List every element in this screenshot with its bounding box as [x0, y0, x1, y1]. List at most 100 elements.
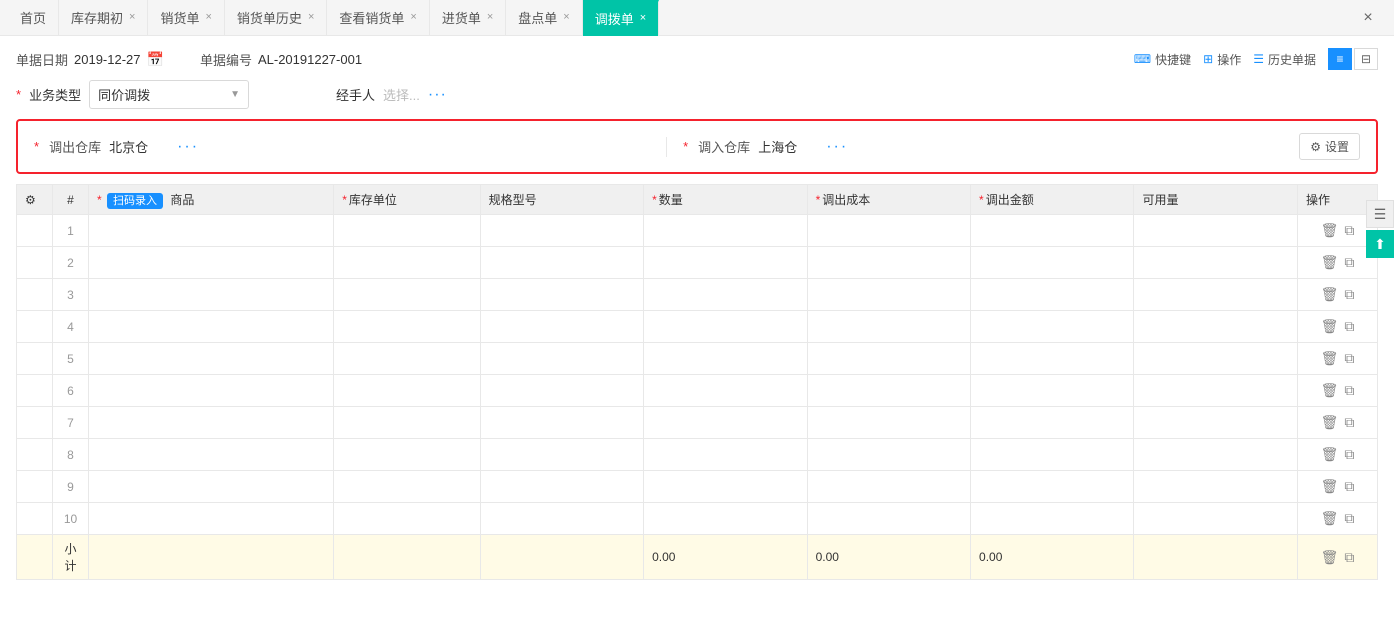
td-qty[interactable] — [644, 407, 807, 439]
td-amount[interactable] — [971, 279, 1134, 311]
copy-row-button[interactable]: ⧉ — [1344, 510, 1354, 527]
operation-button[interactable]: ⊞ 操作 — [1203, 51, 1241, 68]
td-cost[interactable] — [807, 471, 970, 503]
td-qty[interactable] — [644, 471, 807, 503]
td-qty[interactable] — [644, 247, 807, 279]
td-amount[interactable] — [971, 215, 1134, 247]
close-inventory-check[interactable]: × — [563, 12, 569, 23]
td-available[interactable] — [1134, 535, 1298, 580]
person-select[interactable]: 选择... — [383, 85, 420, 104]
copy-row-button[interactable]: ⧉ — [1344, 478, 1354, 495]
td-available[interactable] — [1134, 407, 1298, 439]
td-available[interactable] — [1134, 311, 1298, 343]
td-cost[interactable] — [807, 311, 970, 343]
td-product[interactable] — [89, 503, 334, 535]
copy-row-button[interactable]: ⧉ — [1344, 318, 1354, 335]
td-spec[interactable] — [480, 343, 643, 375]
in-warehouse-more-icon[interactable]: ··· — [826, 138, 848, 156]
td-product[interactable] — [89, 247, 334, 279]
td-spec[interactable] — [480, 311, 643, 343]
td-qty[interactable] — [644, 375, 807, 407]
td-cost[interactable]: 0.00 — [807, 535, 970, 580]
td-available[interactable] — [1134, 343, 1298, 375]
tab-transfer-order[interactable]: 调拨单 × — [583, 0, 659, 36]
td-cost[interactable] — [807, 407, 970, 439]
copy-row-button[interactable]: ⧉ — [1344, 254, 1354, 271]
td-available[interactable] — [1134, 503, 1298, 535]
td-cost[interactable] — [807, 503, 970, 535]
td-qty[interactable] — [644, 279, 807, 311]
td-product[interactable] — [89, 311, 334, 343]
td-cost[interactable] — [807, 343, 970, 375]
side-export-button[interactable]: ⬆ — [1366, 230, 1394, 258]
td-unit[interactable] — [334, 279, 480, 311]
table-gear-icon[interactable]: ⚙ — [25, 193, 36, 207]
td-unit[interactable] — [334, 375, 480, 407]
close-sales-history[interactable]: × — [308, 12, 314, 23]
close-sales-order[interactable]: × — [205, 12, 211, 23]
delete-row-button[interactable]: 🗑 — [1321, 350, 1339, 367]
td-spec[interactable] — [480, 535, 643, 580]
td-amount[interactable] — [971, 503, 1134, 535]
tab-home[interactable]: 首页 — [8, 0, 59, 36]
tab-view-sales[interactable]: 查看销货单 × — [327, 0, 429, 36]
delete-row-button[interactable]: 🗑 — [1321, 414, 1339, 431]
td-qty[interactable] — [644, 311, 807, 343]
td-unit[interactable] — [334, 247, 480, 279]
td-product[interactable] — [89, 215, 334, 247]
delete-row-button[interactable]: 🗑 — [1321, 549, 1339, 566]
td-unit[interactable] — [334, 215, 480, 247]
copy-row-button[interactable]: ⧉ — [1344, 286, 1354, 303]
copy-row-button[interactable]: ⧉ — [1344, 414, 1354, 431]
td-spec[interactable] — [480, 247, 643, 279]
th-settings[interactable]: ⚙ — [17, 185, 53, 215]
side-list-button[interactable]: ☰ — [1366, 200, 1394, 228]
shortcut-button[interactable]: ⌨ 快捷键 — [1134, 51, 1191, 68]
close-inventory-init[interactable]: × — [129, 12, 135, 23]
copy-row-button[interactable]: ⧉ — [1344, 382, 1354, 399]
td-available[interactable] — [1134, 247, 1298, 279]
delete-row-button[interactable]: 🗑 — [1321, 318, 1339, 335]
delete-row-button[interactable]: 🗑 — [1321, 222, 1339, 239]
tab-purchase-order[interactable]: 进货单 × — [430, 0, 506, 36]
copy-row-button[interactable]: ⧉ — [1344, 549, 1354, 566]
td-spec[interactable] — [480, 471, 643, 503]
td-qty[interactable] — [644, 503, 807, 535]
delete-row-button[interactable]: 🗑 — [1321, 446, 1339, 463]
close-transfer-order[interactable]: × — [640, 13, 646, 24]
td-unit[interactable] — [334, 471, 480, 503]
close-view-sales[interactable]: × — [410, 12, 416, 23]
settings-button[interactable]: ⚙ 设置 — [1299, 133, 1360, 160]
close-purchase-order[interactable]: × — [487, 12, 493, 23]
td-amount[interactable] — [971, 247, 1134, 279]
delete-row-button[interactable]: 🗑 — [1321, 478, 1339, 495]
td-cost[interactable] — [807, 375, 970, 407]
td-product[interactable] — [89, 471, 334, 503]
scan-button[interactable]: 扫码录入 — [107, 193, 163, 209]
calendar-icon[interactable]: 📅 — [147, 51, 164, 68]
td-unit[interactable] — [334, 439, 480, 471]
biz-type-select[interactable]: 同价调拨 ▼ — [89, 80, 249, 109]
close-window-button[interactable]: × — [1354, 4, 1382, 32]
td-available[interactable] — [1134, 375, 1298, 407]
person-more-icon[interactable]: ··· — [428, 86, 447, 104]
list-view-button[interactable]: ≡ — [1328, 48, 1352, 70]
td-unit[interactable] — [334, 311, 480, 343]
td-unit[interactable] — [334, 503, 480, 535]
copy-row-button[interactable]: ⧉ — [1344, 222, 1354, 239]
copy-row-button[interactable]: ⧉ — [1344, 446, 1354, 463]
tab-inventory-check[interactable]: 盘点单 × — [506, 0, 582, 36]
tab-sales-order[interactable]: 销货单 × — [148, 0, 224, 36]
td-product[interactable] — [89, 279, 334, 311]
out-warehouse-more-icon[interactable]: ··· — [177, 138, 199, 156]
td-amount[interactable] — [971, 407, 1134, 439]
delete-row-button[interactable]: 🗑 — [1321, 510, 1339, 527]
tab-sales-history[interactable]: 销货单历史 × — [225, 0, 327, 36]
td-amount[interactable] — [971, 343, 1134, 375]
tab-inventory-init[interactable]: 库存期初 × — [59, 0, 148, 36]
td-amount[interactable] — [971, 471, 1134, 503]
td-spec[interactable] — [480, 503, 643, 535]
td-available[interactable] — [1134, 439, 1298, 471]
td-spec[interactable] — [480, 279, 643, 311]
td-unit[interactable] — [334, 343, 480, 375]
